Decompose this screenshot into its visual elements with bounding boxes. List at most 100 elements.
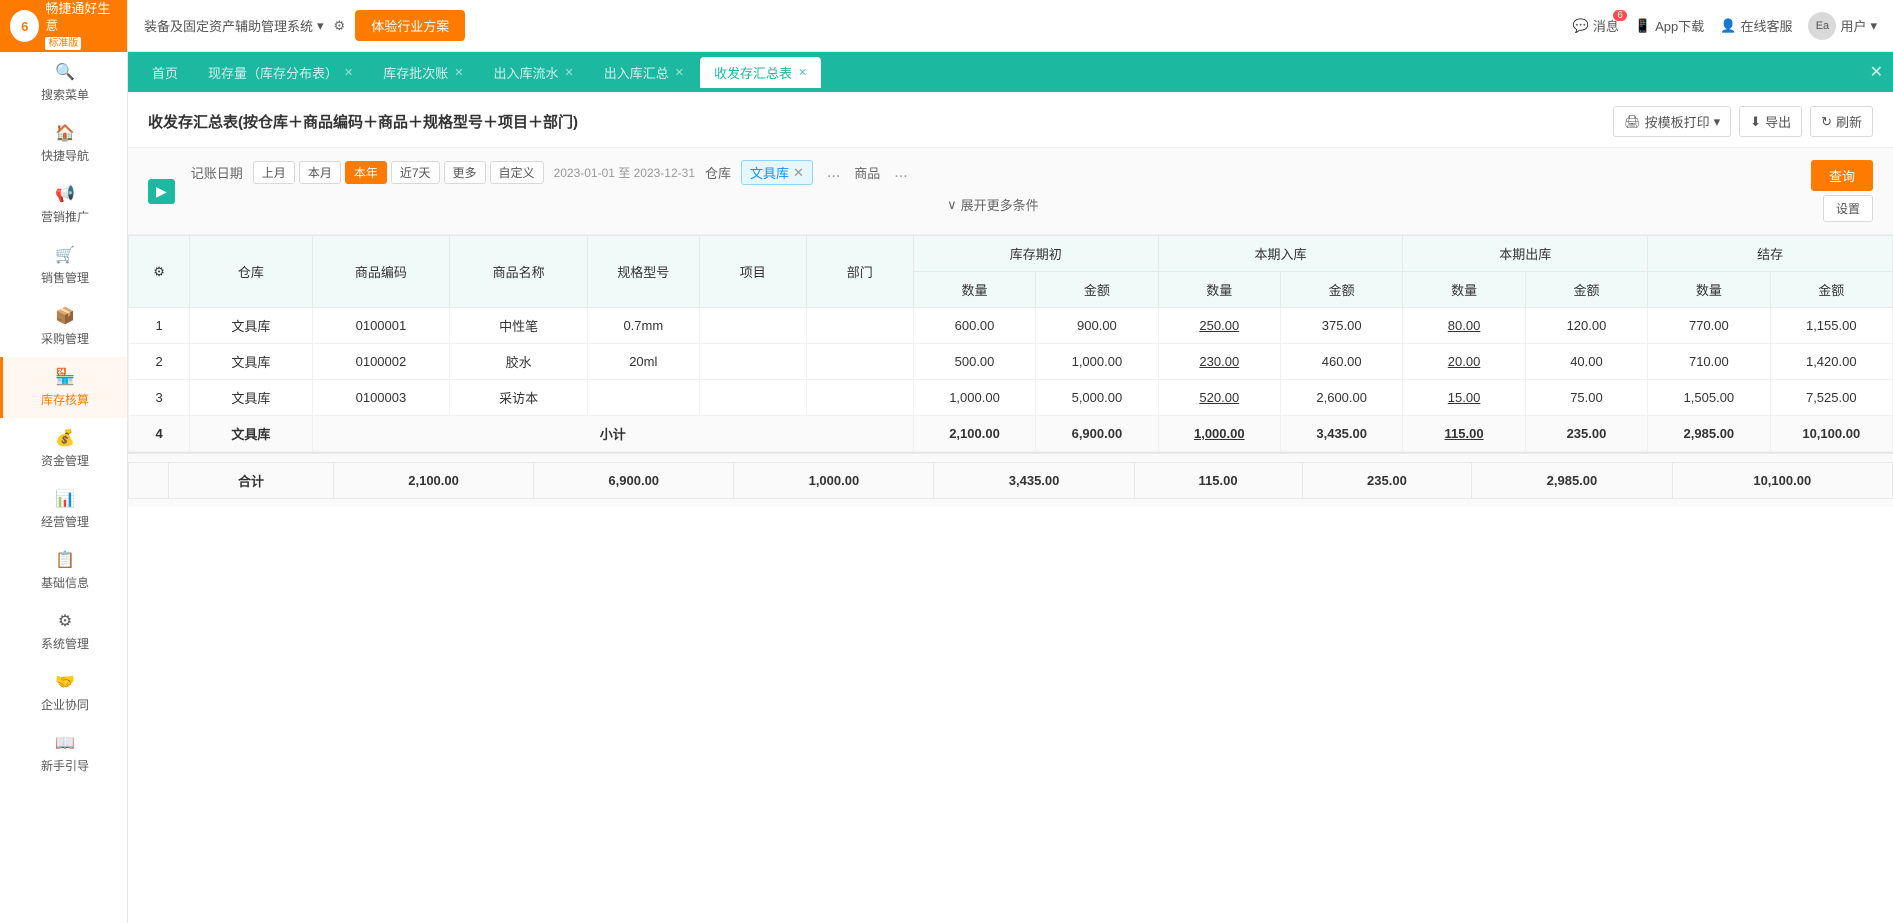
sidebar-item-purchase[interactable]: 📦 采购管理 [0,296,127,357]
message-action[interactable]: 💬 消息 6 [1573,16,1619,35]
sidebar-item-quick-nav[interactable]: 🏠 快捷导航 [0,113,127,174]
tab-inout-summary[interactable]: 出入库汇总 ✕ [590,57,698,88]
goods-more-icon[interactable]: ... [890,164,911,182]
purchase-icon: 📦 [55,306,75,326]
online-service-action[interactable]: 👤 在线客服 [1720,16,1792,35]
sidebar-item-base-info[interactable]: 📋 基础信息 [0,540,127,601]
refresh-button[interactable]: ↻ 刷新 [1810,106,1873,137]
app-download-action[interactable]: 📱 App下载 [1635,16,1704,35]
newbie-icon: 📖 [55,733,75,753]
refresh-icon: ↻ [1821,114,1832,130]
sidebar-item-finance[interactable]: 💰 资金管理 [0,418,127,479]
table-body: 1 文具库 0100001 中性笔 0.7mm 600.00 900.00 25… [129,308,1893,452]
logo-icon: 6 [10,10,39,42]
filter-row: 记账日期 上月本月本年近7天更多自定义 2023-01-01 至 2023-12… [191,160,1795,218]
sidebar-item-sales[interactable]: 🛒 销售管理 [0,235,127,296]
tab-batch[interactable]: 库存批次账✕ [369,57,477,88]
sidebar-item-label: 资金管理 [41,452,89,469]
tab-recv-send-summary[interactable]: 收发存汇总表✕ [700,57,821,88]
th-settings[interactable]: ⚙ [129,236,190,308]
goods-label: 商品 [854,163,880,182]
date-shortcut-本年[interactable]: 本年 [345,161,387,184]
footer-table: 合计 2,100.00 6,900.00 1,000.00 3,435.00 1… [128,462,1893,499]
sidebar-item-label: 采购管理 [41,330,89,347]
chevron-down-icon: ▾ [1714,114,1721,130]
th-warehouse: 仓库 [190,236,312,308]
sidebar-item-marketing[interactable]: 📢 营销推广 [0,174,127,235]
system-selector[interactable]: 装备及固定资产辅助管理系统 ▾ [144,16,324,35]
filter-settings-button[interactable]: 设置 [1823,195,1873,222]
tab-home[interactable]: 首页 [138,57,192,88]
filter-toggle-button[interactable]: ▶ [148,179,175,204]
total-out-amt: 235.00 [1302,463,1472,499]
warehouse-label: 仓库 [705,163,731,182]
warehouse-tag-close[interactable]: ✕ [793,165,804,181]
tab-close-icon[interactable]: ✕ [344,66,353,79]
date-shortcut-自定义[interactable]: 自定义 [490,161,544,184]
print-icon: 🖨 [1624,114,1641,130]
sidebar-item-label: 系统管理 [41,635,89,652]
tab-inventory-dist[interactable]: 现存量（库存分布表） ✕ [194,57,367,88]
tab-close-icon[interactable]: ✕ [454,66,463,79]
sidebar-item-label: 新手引导 [41,757,89,774]
chevron-down-icon: ∨ [947,197,957,213]
tab-close-icon[interactable]: ✕ [565,66,574,79]
page-title: 收发存汇总表(按仓库＋商品编码＋商品＋规格型号＋项目＋部门) [148,111,578,132]
sidebar-item-label: 经营管理 [41,513,89,530]
sidebar-item-inventory[interactable]: 🏪 库存核算 [0,357,127,418]
search-icon: 🔍 [55,62,75,82]
date-label: 记账日期 [191,163,243,182]
user-action[interactable]: Ea 用户 ▾ [1808,12,1877,40]
th-group-in: 本期入库 [1158,236,1403,272]
total-row: 合计 2,100.00 6,900.00 1,000.00 3,435.00 1… [129,463,1893,499]
warehouse-tag[interactable]: 文具库 ✕ [741,160,813,185]
date-shortcut-上月[interactable]: 上月 [253,161,295,184]
message-icon: 💬 [1573,18,1589,34]
sidebar-item-search[interactable]: 🔍 搜索菜单 [0,52,127,113]
logo-text: 畅捷通好生意 标准版 [45,1,117,52]
th-in-amt: 金额 [1280,272,1402,308]
warehouse-more-icon[interactable]: ... [823,164,844,182]
enterprise-icon: 🤝 [55,672,75,692]
sidebar-item-system[interactable]: ⚙ 系统管理 [0,601,127,662]
trial-button[interactable]: 体验行业方案 [355,10,465,41]
table-footer: 合计 2,100.00 6,900.00 1,000.00 3,435.00 1… [128,452,1893,507]
total-closing-qty: 2,985.00 [1472,463,1672,499]
data-table: ⚙ 仓库 商品编码 商品名称 规格型号 项目 部门 库存期初 本期入库 本期出库… [128,235,1893,452]
th-opening-qty: 数量 [913,272,1035,308]
sidebar-item-operation[interactable]: 📊 经营管理 [0,479,127,540]
expand-more-button[interactable]: ∨ 展开更多条件 [191,191,1795,218]
total-closing-amt: 10,100.00 [1672,463,1892,499]
th-project: 项目 [699,236,806,308]
sidebar-item-newbie[interactable]: 📖 新手引导 [0,723,127,784]
tab-close-icon[interactable]: ✕ [675,66,684,79]
sidebar-item-enterprise[interactable]: 🤝 企业协同 [0,662,127,723]
print-button[interactable]: 🖨 按模板打印 ▾ [1613,106,1731,137]
sidebar-item-label: 企业协同 [41,696,89,713]
th-closing-qty: 数量 [1648,272,1770,308]
tab-bar-close-button[interactable]: ✕ [1870,62,1883,82]
export-button[interactable]: ⬇ 导出 [1739,106,1802,137]
message-badge: 6 [1613,10,1627,21]
date-shortcut-本月[interactable]: 本月 [299,161,341,184]
date-shortcut-更多[interactable]: 更多 [444,161,486,184]
tab-close-icon[interactable]: ✕ [798,66,807,79]
query-button[interactable]: 查询 [1811,160,1873,191]
tab-label: 现存量（库存分布表） [208,63,338,82]
sidebar-logo: 6 畅捷通好生意 标准版 [0,0,127,52]
dropdown-icon: ▾ [317,18,324,34]
sidebar-item-label: 库存核算 [41,391,89,408]
date-range-text: 2023-01-01 至 2023-12-31 [554,164,695,181]
th-opening-amt: 金额 [1036,272,1158,308]
tab-label: 出入库汇总 [604,63,669,82]
total-label: 合计 [169,463,334,499]
export-icon: ⬇ [1750,114,1761,130]
sidebar-item-label: 营销推广 [41,208,89,225]
th-group-opening: 库存期初 [913,236,1158,272]
tab-inout-flow[interactable]: 出入库流水✕ [479,57,587,88]
gear-icon[interactable]: ⚙ [334,18,346,34]
table-row: 1 文具库 0100001 中性笔 0.7mm 600.00 900.00 25… [129,308,1893,344]
page-content: 收发存汇总表(按仓库＋商品编码＋商品＋规格型号＋项目＋部门) 🖨 按模板打印 ▾… [128,92,1893,923]
sidebar-item-label: 搜索菜单 [41,86,89,103]
date-shortcut-近7天[interactable]: 近7天 [391,161,440,184]
